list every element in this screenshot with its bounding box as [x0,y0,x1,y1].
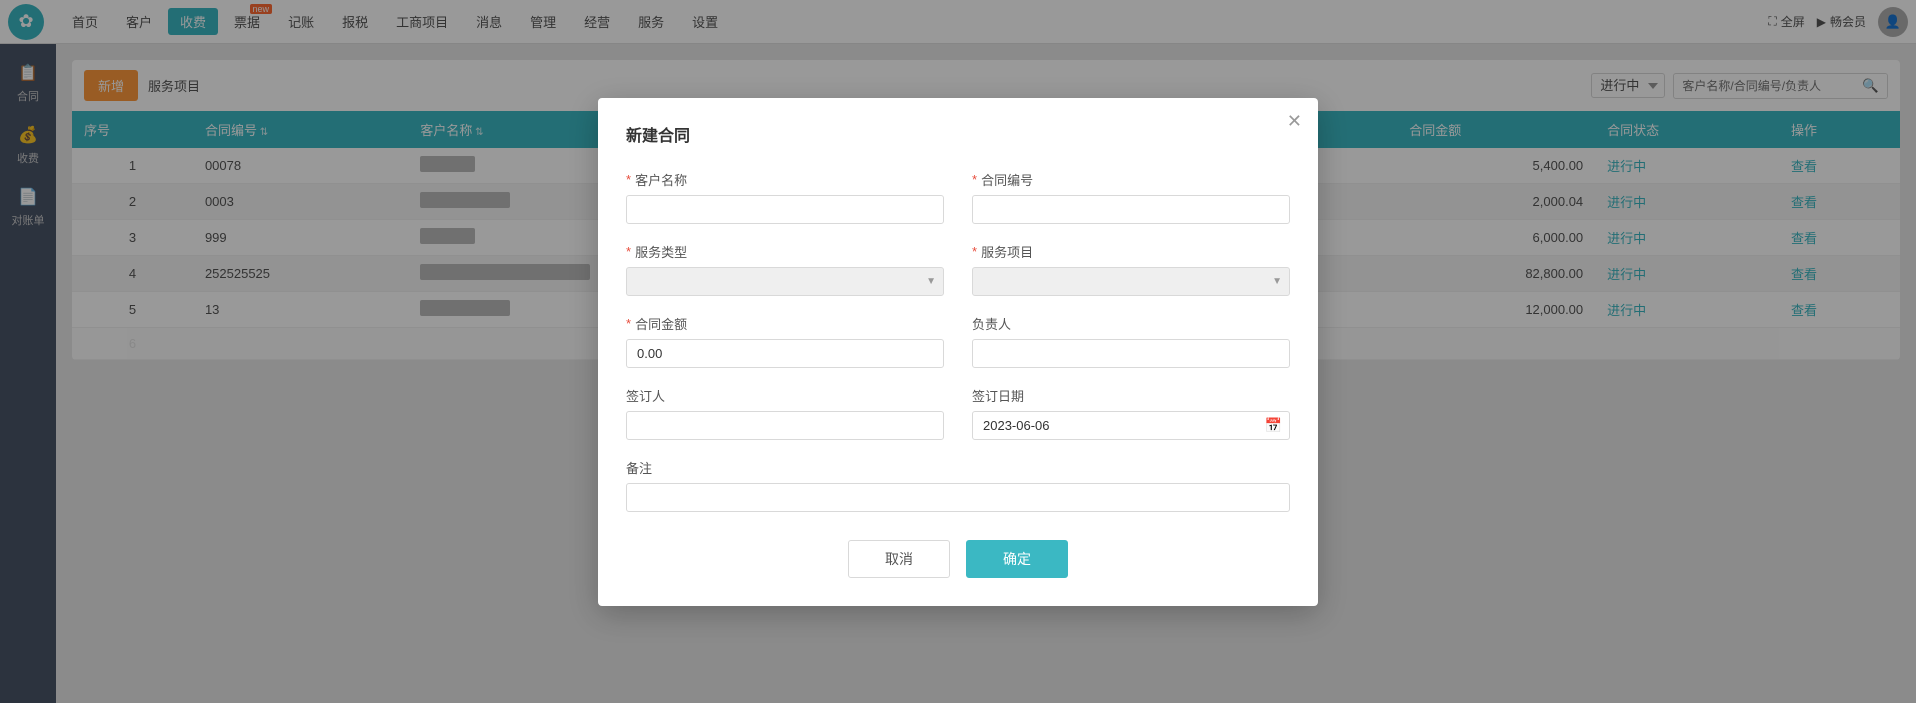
responsible-input[interactable] [972,339,1290,368]
remark-input[interactable] [626,483,1290,512]
field-remark: 备注 [626,458,1290,512]
modal-title: 新建合同 [626,122,1290,146]
service-item-wrapper: ▼ [972,267,1290,296]
field-signer: 签订人 [626,386,944,440]
contract-no-input[interactable] [972,195,1290,224]
cancel-button[interactable]: 取消 [848,540,950,578]
service-item-select[interactable] [972,267,1290,296]
service-item-label: * 服务项目 [972,242,1290,261]
field-sign-date: 签订日期 📅 [972,386,1290,440]
confirm-button[interactable]: 确定 [966,540,1068,578]
modal-overlay[interactable]: 新建合同 ✕ * 客户名称 * 合同编号 [0,0,1916,703]
new-contract-modal: 新建合同 ✕ * 客户名称 * 合同编号 [598,98,1318,606]
service-type-wrapper: ▼ [626,267,944,296]
field-customer-name: * 客户名称 [626,170,944,224]
customer-name-input[interactable] [626,195,944,224]
responsible-label: 负责人 [972,314,1290,333]
contract-amount-input[interactable] [626,339,944,368]
service-type-label: * 服务类型 [626,242,944,261]
remark-label: 备注 [626,458,1290,477]
signer-label: 签订人 [626,386,944,405]
customer-name-label: * 客户名称 [626,170,944,189]
modal-form: * 客户名称 * 合同编号 * 服务类型 [626,170,1290,512]
contract-no-label: * 合同编号 [972,170,1290,189]
field-contract-no: * 合同编号 [972,170,1290,224]
sign-date-input[interactable] [972,411,1290,440]
sign-date-label: 签订日期 [972,386,1290,405]
field-service-item: * 服务项目 ▼ [972,242,1290,296]
contract-amount-label: * 合同金额 [626,314,944,333]
modal-close-button[interactable]: ✕ [1287,112,1302,130]
modal-footer: 取消 确定 [626,540,1290,578]
field-service-type: * 服务类型 ▼ [626,242,944,296]
signer-input[interactable] [626,411,944,440]
field-responsible: 负责人 [972,314,1290,368]
field-contract-amount: * 合同金额 [626,314,944,368]
sign-date-wrapper: 📅 [972,411,1290,440]
service-type-select[interactable] [626,267,944,296]
